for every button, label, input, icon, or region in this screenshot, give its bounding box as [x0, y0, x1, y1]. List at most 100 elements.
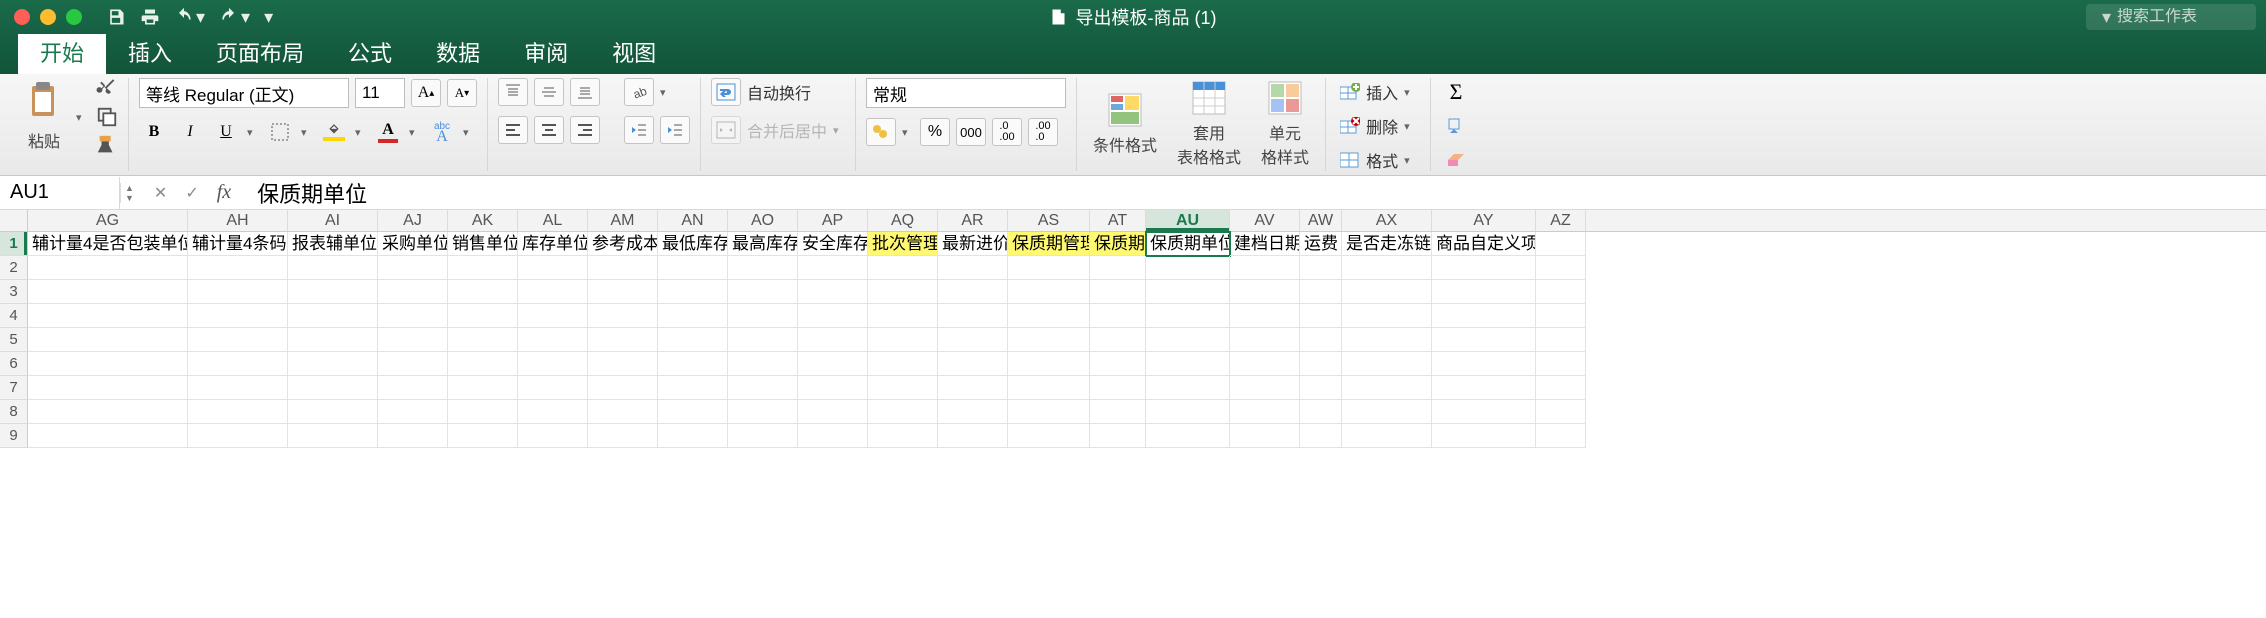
cell-AS8[interactable] — [1008, 400, 1090, 424]
cell-AN3[interactable] — [658, 280, 728, 304]
tab-视图[interactable]: 视图 — [590, 28, 678, 74]
number-format-select[interactable] — [866, 78, 1066, 108]
col-header-AP[interactable]: AP — [798, 210, 868, 231]
orientation-dropdown[interactable] — [660, 83, 672, 101]
cell-AV9[interactable] — [1230, 424, 1300, 448]
cell-AS2[interactable] — [1008, 256, 1090, 280]
cell-AO2[interactable] — [728, 256, 798, 280]
cell-AM3[interactable] — [588, 280, 658, 304]
cell-AJ5[interactable] — [378, 328, 448, 352]
cell-AJ2[interactable] — [378, 256, 448, 280]
cell-AH6[interactable] — [188, 352, 288, 376]
cell-AY2[interactable] — [1432, 256, 1536, 280]
maximize-window[interactable] — [66, 9, 82, 25]
cell-AV7[interactable] — [1230, 376, 1300, 400]
col-header-AY[interactable]: AY — [1432, 210, 1536, 231]
cell-styles-button[interactable]: 单元 格样式 — [1255, 78, 1315, 170]
cell-AV4[interactable] — [1230, 304, 1300, 328]
wrap-text-label[interactable]: 自动换行 — [747, 80, 811, 104]
row-header-8[interactable]: 8 — [0, 400, 28, 424]
close-window[interactable] — [14, 9, 30, 25]
col-header-AV[interactable]: AV — [1230, 210, 1300, 231]
cell-AG5[interactable] — [28, 328, 188, 352]
cell-AK1[interactable]: 销售单位 — [448, 232, 518, 256]
cell-AU6[interactable] — [1146, 352, 1230, 376]
cell-AQ8[interactable] — [868, 400, 938, 424]
cell-AJ7[interactable] — [378, 376, 448, 400]
tab-插入[interactable]: 插入 — [106, 28, 194, 74]
cell-AW7[interactable] — [1300, 376, 1342, 400]
paste-dropdown[interactable] — [76, 108, 88, 126]
qat-customize-icon[interactable]: ▾ — [264, 7, 273, 28]
align-left-icon[interactable] — [498, 116, 528, 144]
cell-AP7[interactable] — [798, 376, 868, 400]
row-header-3[interactable]: 3 — [0, 280, 28, 304]
cell-AZ7[interactable] — [1536, 376, 1586, 400]
cell-AI7[interactable] — [288, 376, 378, 400]
cell-AM7[interactable] — [588, 376, 658, 400]
cell-AW9[interactable] — [1300, 424, 1342, 448]
cell-AN5[interactable] — [658, 328, 728, 352]
cell-AS9[interactable] — [1008, 424, 1090, 448]
copy-icon[interactable] — [96, 106, 118, 128]
col-header-AH[interactable]: AH — [188, 210, 288, 231]
cell-AP3[interactable] — [798, 280, 868, 304]
cell-AQ1[interactable]: 批次管理 — [868, 232, 938, 256]
cell-AH7[interactable] — [188, 376, 288, 400]
cut-icon[interactable] — [96, 78, 118, 100]
cell-AX4[interactable] — [1342, 304, 1432, 328]
delete-cells-button[interactable]: 删除 — [1336, 112, 1420, 140]
col-header-AJ[interactable]: AJ — [378, 210, 448, 231]
align-middle-icon[interactable] — [534, 78, 564, 106]
cell-AX5[interactable] — [1342, 328, 1432, 352]
cell-AO7[interactable] — [728, 376, 798, 400]
cell-AH4[interactable] — [188, 304, 288, 328]
cell-AQ7[interactable] — [868, 376, 938, 400]
merge-center-icon[interactable] — [711, 116, 741, 144]
cell-AU3[interactable] — [1146, 280, 1230, 304]
fx-icon[interactable]: fx — [217, 181, 231, 204]
cell-AX8[interactable] — [1342, 400, 1432, 424]
cell-AV3[interactable] — [1230, 280, 1300, 304]
cell-AH2[interactable] — [188, 256, 288, 280]
cell-AS4[interactable] — [1008, 304, 1090, 328]
clear-icon[interactable] — [1441, 146, 1471, 174]
cell-AJ9[interactable] — [378, 424, 448, 448]
merge-center-label[interactable]: 合并后居中 — [747, 118, 827, 142]
cell-AT1[interactable]: 保质期 — [1090, 232, 1146, 256]
cell-AR6[interactable] — [938, 352, 1008, 376]
tab-数据[interactable]: 数据 — [414, 28, 502, 74]
cell-AU9[interactable] — [1146, 424, 1230, 448]
align-bottom-icon[interactable] — [570, 78, 600, 106]
cell-AI5[interactable] — [288, 328, 378, 352]
row-header-5[interactable]: 5 — [0, 328, 28, 352]
cell-AM4[interactable] — [588, 304, 658, 328]
cell-AI2[interactable] — [288, 256, 378, 280]
cell-AW4[interactable] — [1300, 304, 1342, 328]
cell-AY4[interactable] — [1432, 304, 1536, 328]
underline-button[interactable]: U — [211, 118, 241, 146]
cell-AH9[interactable] — [188, 424, 288, 448]
cell-AO6[interactable] — [728, 352, 798, 376]
cell-AO1[interactable]: 最高库存 — [728, 232, 798, 256]
cell-AU5[interactable] — [1146, 328, 1230, 352]
col-header-AT[interactable]: AT — [1090, 210, 1146, 231]
cell-AS7[interactable] — [1008, 376, 1090, 400]
orientation-icon[interactable]: ab — [624, 78, 654, 106]
col-header-AI[interactable]: AI — [288, 210, 378, 231]
cell-AZ9[interactable] — [1536, 424, 1586, 448]
cell-AN4[interactable] — [658, 304, 728, 328]
cell-AO9[interactable] — [728, 424, 798, 448]
autosum-icon[interactable]: Σ — [1441, 78, 1471, 106]
cell-AR9[interactable] — [938, 424, 1008, 448]
cell-AZ6[interactable] — [1536, 352, 1586, 376]
row-header-1[interactable]: 1 — [0, 232, 28, 256]
cell-AJ1[interactable]: 采购单位 — [378, 232, 448, 256]
col-header-AK[interactable]: AK — [448, 210, 518, 231]
cell-AZ1[interactable] — [1536, 232, 1586, 256]
row-header-6[interactable]: 6 — [0, 352, 28, 376]
cell-AS1[interactable]: 保质期管理 — [1008, 232, 1090, 256]
cell-AT7[interactable] — [1090, 376, 1146, 400]
cell-AK6[interactable] — [448, 352, 518, 376]
col-header-AN[interactable]: AN — [658, 210, 728, 231]
